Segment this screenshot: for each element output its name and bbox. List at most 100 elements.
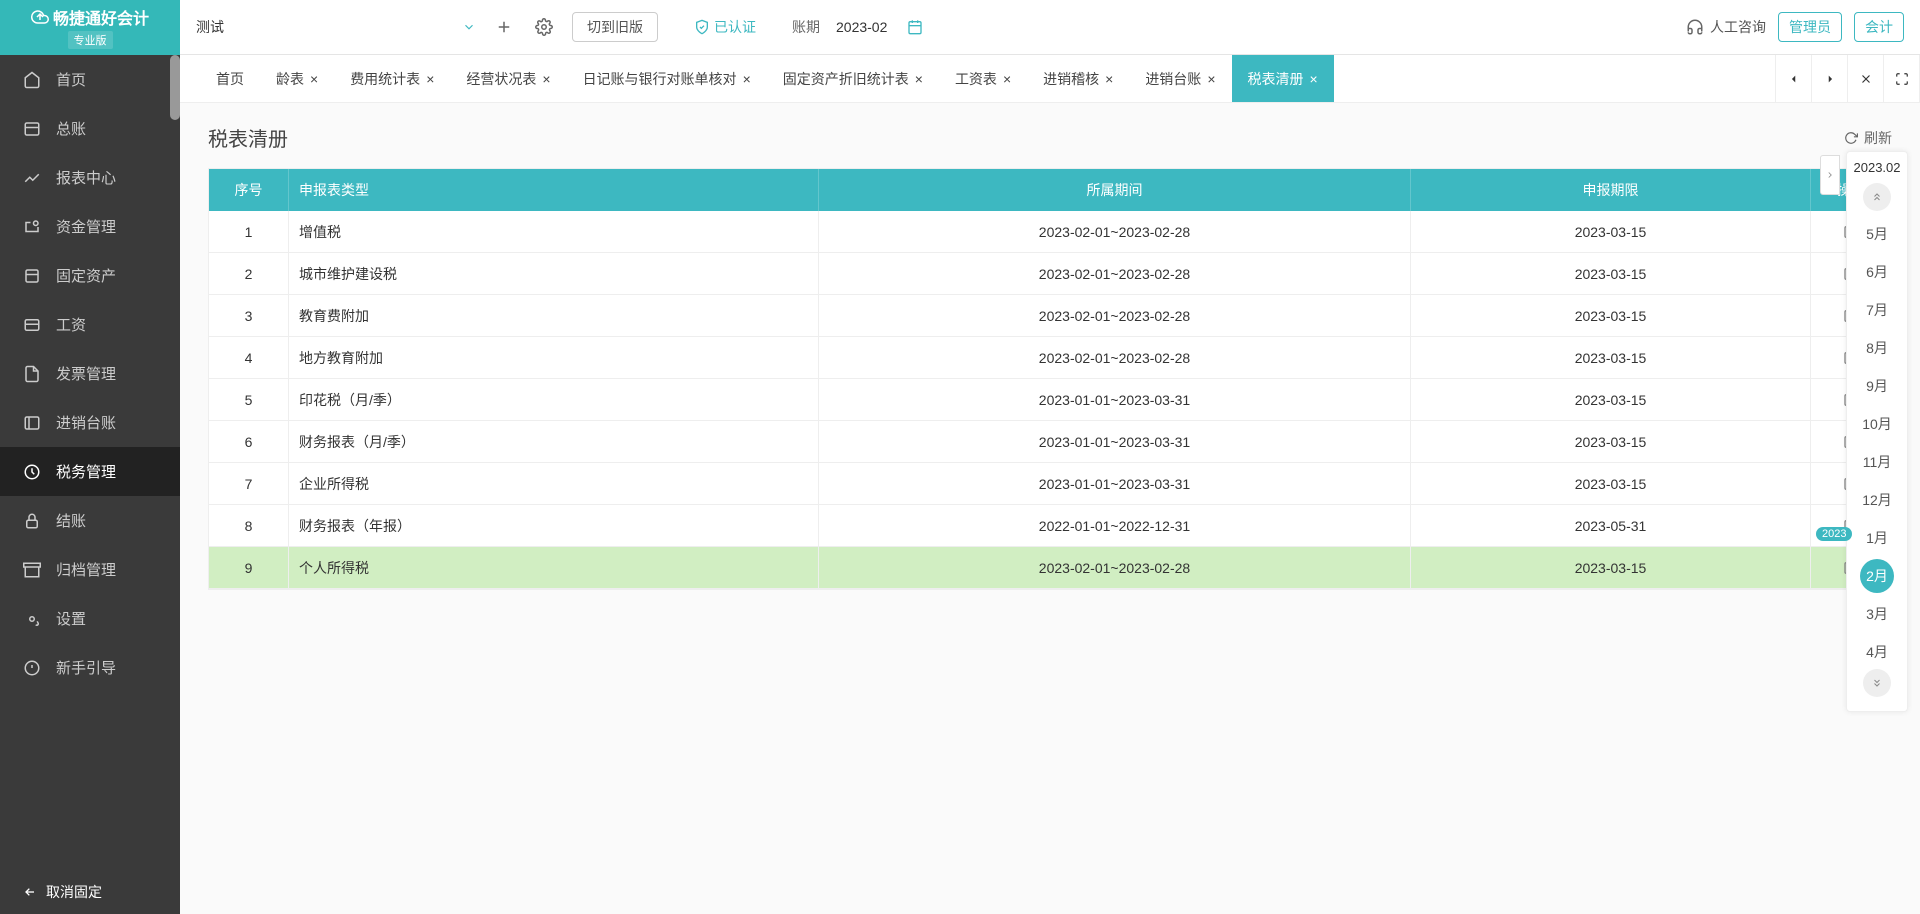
month-item[interactable]: 11月: [1860, 445, 1894, 479]
tab-8[interactable]: 进销台账 ×: [1129, 55, 1231, 102]
month-item[interactable]: 8月: [1860, 331, 1894, 365]
tab-3[interactable]: 经营状况表×: [450, 55, 566, 102]
td-seq: 2: [209, 253, 289, 294]
td-period: 2022-01-01~2022-12-31: [819, 505, 1411, 546]
table-row: 7企业所得税2023-01-01~2023-03-312023-03-15: [209, 463, 1891, 505]
sidebar-scrollbar[interactable]: [170, 55, 180, 914]
sidebar-item-6[interactable]: 发票管理: [0, 349, 180, 398]
unpin-button[interactable]: 取消固定: [22, 882, 102, 902]
user-button[interactable]: 管理员: [1778, 12, 1842, 42]
sidebar-item-label: 进销台账: [56, 412, 116, 433]
sidebar-item-7[interactable]: 进销台账: [0, 398, 180, 447]
shield-icon: [694, 19, 710, 35]
sidebar-item-2[interactable]: 报表中心: [0, 153, 180, 202]
tab-close-button[interactable]: ×: [1003, 71, 1011, 87]
tab-close-button[interactable]: ×: [542, 71, 550, 87]
month-item[interactable]: 1月2023: [1860, 521, 1894, 555]
sidebar-item-4[interactable]: 固定资产: [0, 251, 180, 300]
month-item[interactable]: 9月: [1860, 369, 1894, 403]
switch-old-version-button[interactable]: 切到旧版: [572, 12, 658, 42]
tab-close-button[interactable]: ×: [1105, 71, 1113, 87]
sidebar-item-label: 新手引导: [56, 657, 116, 678]
tabs-prev-button[interactable]: [1776, 55, 1812, 102]
month-item[interactable]: 3月: [1860, 597, 1894, 631]
sidebar-item-0[interactable]: 首页: [0, 55, 180, 104]
tabs-next-button[interactable]: [1812, 55, 1848, 102]
td-seq: 5: [209, 379, 289, 420]
th-seq: 序号: [209, 169, 289, 211]
tab-close-button[interactable]: ×: [1310, 71, 1318, 87]
sidebar-item-8[interactable]: 税务管理: [0, 447, 180, 496]
sidebar-item-1[interactable]: 总账: [0, 104, 180, 153]
period-label: 账期: [792, 17, 820, 37]
tab-7[interactable]: 进销稽核×: [1027, 55, 1129, 102]
month-item[interactable]: 10月: [1860, 407, 1894, 441]
tab-close-button[interactable]: ×: [743, 71, 751, 87]
consult-button[interactable]: 人工咨询: [1686, 17, 1766, 37]
sidebar-item-5[interactable]: 工资: [0, 300, 180, 349]
refresh-button[interactable]: 刷新: [1844, 128, 1892, 148]
sidebar-item-10[interactable]: 归档管理: [0, 545, 180, 594]
tabs-close-button[interactable]: [1848, 55, 1884, 102]
tab-5[interactable]: 固定资产折旧统计表×: [767, 55, 939, 102]
chevron-up-icon: [1871, 191, 1883, 203]
td-deadline: 2023-03-15: [1411, 463, 1811, 504]
consult-label: 人工咨询: [1710, 17, 1766, 37]
td-period: 2023-02-01~2023-02-28: [819, 211, 1411, 252]
tab-close-button[interactable]: ×: [915, 71, 923, 87]
tab-9[interactable]: 税表清册×: [1232, 55, 1334, 102]
tab-label: 日记账与银行对账单核对: [583, 69, 737, 89]
tabs-scroll: 首页龄表×费用统计表×经营状况表×日记账与银行对账单核对×固定资产折旧统计表×工…: [180, 55, 1775, 102]
sidebar-item-label: 发票管理: [56, 363, 116, 384]
month-item[interactable]: 2月: [1860, 559, 1894, 593]
tab-close-button[interactable]: ×: [1207, 71, 1215, 87]
td-seq: 1: [209, 211, 289, 252]
calendar-button[interactable]: [903, 15, 927, 39]
td-type: 印花税（月/季）: [289, 379, 819, 420]
refresh-label: 刷新: [1864, 128, 1892, 148]
th-type: 申报表类型: [289, 169, 819, 211]
td-deadline: 2023-03-15: [1411, 295, 1811, 336]
month-item[interactable]: 12月: [1860, 483, 1894, 517]
td-period: 2023-01-01~2023-03-31: [819, 379, 1411, 420]
logo-area: 畅捷通好会计 专业版: [0, 0, 180, 55]
month-item[interactable]: 6月: [1860, 255, 1894, 289]
settings-button[interactable]: [532, 15, 556, 39]
tab-0[interactable]: 首页: [200, 55, 260, 102]
month-item[interactable]: 7月: [1860, 293, 1894, 327]
table-row: 1增值税2023-02-01~2023-02-282023-03-15: [209, 211, 1891, 253]
tab-1[interactable]: 龄表×: [260, 55, 334, 102]
tab-4[interactable]: 日记账与银行对账单核对 ×: [567, 55, 767, 102]
unpin-icon: [22, 884, 38, 900]
table-row: 4地方教育附加2023-02-01~2023-02-282023-03-15: [209, 337, 1891, 379]
td-type: 城市维护建设税: [289, 253, 819, 294]
sidebar-icon: [22, 511, 42, 531]
tab-2[interactable]: 费用统计表×: [334, 55, 450, 102]
tab-close-button[interactable]: ×: [426, 71, 434, 87]
month-item[interactable]: 5月: [1860, 217, 1894, 251]
sidebar-item-3[interactable]: 资金管理: [0, 202, 180, 251]
panel-collapse-handle[interactable]: [1820, 155, 1840, 195]
sidebar-item-9[interactable]: 结账: [0, 496, 180, 545]
tab-close-button[interactable]: ×: [310, 71, 318, 87]
th-period: 所属期间: [819, 169, 1411, 211]
table-row: 5印花税（月/季）2023-01-01~2023-03-312023-03-15: [209, 379, 1891, 421]
company-dropdown[interactable]: 测试: [196, 17, 476, 37]
month-item[interactable]: 4月: [1860, 635, 1894, 669]
td-seq: 6: [209, 421, 289, 462]
tab-label: 进销台账: [1145, 69, 1201, 89]
td-period: 2023-02-01~2023-02-28: [819, 337, 1411, 378]
td-type: 教育费附加: [289, 295, 819, 336]
td-deadline: 2023-03-15: [1411, 211, 1811, 252]
sidebar-item-label: 归档管理: [56, 559, 116, 580]
role-button[interactable]: 会计: [1854, 12, 1904, 42]
month-scroll-up[interactable]: [1863, 183, 1891, 211]
sidebar-item-12[interactable]: 新手引导: [0, 643, 180, 692]
fullscreen-button[interactable]: [1884, 55, 1920, 102]
add-button[interactable]: [492, 15, 516, 39]
td-type: 增值税: [289, 211, 819, 252]
sidebar-item-11[interactable]: 设置: [0, 594, 180, 643]
month-scroll-down[interactable]: [1863, 669, 1891, 697]
sidebar-item-label: 工资: [56, 314, 86, 335]
tab-6[interactable]: 工资表×: [939, 55, 1027, 102]
